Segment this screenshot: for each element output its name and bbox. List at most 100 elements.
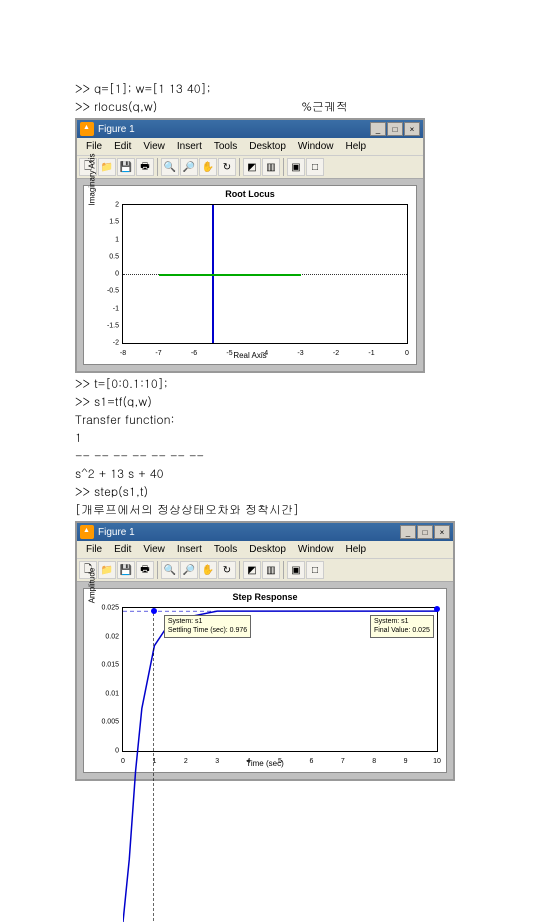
open-icon[interactable]: 📁 [98, 158, 116, 176]
root-locus-plot[interactable]: Root Locus Imaginary Axis 2 1.5 1 0.5 0 … [83, 185, 417, 365]
axes-box: System: s1 Settling Time (sec): 0.976 Sy… [122, 607, 438, 752]
pan-icon[interactable]: ✋ [199, 158, 217, 176]
legend-icon[interactable]: ▣ [287, 158, 305, 176]
root-locus-branch [159, 274, 301, 276]
y-tick: 0.015 [99, 662, 119, 669]
menu-edit[interactable]: Edit [109, 140, 136, 153]
plot-area: Root Locus Imaginary Axis 2 1.5 1 0.5 0 … [77, 179, 423, 371]
y-tick: -2 [99, 340, 119, 347]
toolbar-separator [157, 158, 158, 176]
data-marker[interactable] [151, 608, 157, 614]
plot-title: Root Locus [84, 186, 416, 199]
command-line: >> q=[1]; w=[1 13 40]; [75, 80, 458, 98]
toolbar: 🗋 📁 💾 🖶 🔍 🔎 ✋ ↻ ◩ ▥ ▣ □ [77, 156, 423, 179]
print-icon[interactable]: 🖶 [136, 158, 154, 176]
menu-tools[interactable]: Tools [209, 543, 242, 556]
y-tick: 0.005 [99, 719, 119, 726]
command-text: >> rlocus(q,w) [75, 98, 157, 115]
menu-window[interactable]: Window [293, 140, 339, 153]
zoom-in-icon[interactable]: 🔍 [161, 561, 179, 579]
tf-divider: -- -- -- -- -- -- -- [75, 447, 458, 465]
data-marker[interactable] [434, 606, 440, 612]
y-tick: 0.01 [99, 690, 119, 697]
command-line: >> rlocus(q,w) %근궤적 [75, 98, 458, 116]
datatip-line: Final Value: 0.025 [374, 627, 430, 635]
x-axis-label: Time (sec) [84, 759, 446, 770]
minimize-button[interactable]: _ [370, 122, 386, 136]
menu-desktop[interactable]: Desktop [244, 543, 291, 556]
minimize-button[interactable]: _ [400, 525, 416, 539]
close-button[interactable]: × [404, 122, 420, 136]
menu-desktop[interactable]: Desktop [244, 140, 291, 153]
datatip-settling[interactable]: System: s1 Settling Time (sec): 0.976 [164, 615, 251, 638]
y-tick: 0 [99, 271, 119, 278]
y-tick: -0.5 [99, 288, 119, 295]
menu-view[interactable]: View [138, 543, 170, 556]
toolbar-separator [239, 561, 240, 579]
legend-icon[interactable]: ▣ [287, 561, 305, 579]
plot-area: Step Response Amplitude System: s1 Settl… [77, 582, 453, 779]
menubar: File Edit View Insert Tools Desktop Wind… [77, 138, 423, 156]
menu-window[interactable]: Window [293, 543, 339, 556]
command-line: >> t=[0:0.1:10]; [75, 375, 458, 393]
x-axis-label: Real Axis [84, 351, 416, 362]
datacursor-icon[interactable]: ◩ [243, 561, 261, 579]
zoom-out-icon[interactable]: 🔎 [180, 158, 198, 176]
y-axis-label: Imaginary Axis [88, 130, 97, 230]
window-title: Figure 1 [98, 527, 135, 538]
command-line: >> s1=tf(q,w) [75, 393, 458, 411]
toolbar-separator [283, 158, 284, 176]
comment-line: [개루프에서의 정상상태오차와 정착시간] [75, 501, 458, 519]
y-axis-label: Amplitude [88, 535, 97, 635]
zoom-in-icon[interactable]: 🔍 [161, 158, 179, 176]
y-tick: 0.5 [99, 253, 119, 260]
tf-numerator: 1 [75, 429, 458, 447]
tf-label: Transfer function: [75, 411, 458, 429]
menu-tools[interactable]: Tools [209, 140, 242, 153]
menu-insert[interactable]: Insert [172, 543, 207, 556]
datatip-line: Settling Time (sec): 0.976 [168, 627, 247, 635]
close-button[interactable]: × [434, 525, 450, 539]
open-icon[interactable]: 📁 [98, 561, 116, 579]
save-icon[interactable]: 💾 [117, 561, 135, 579]
y-tick: 1.5 [99, 219, 119, 226]
maximize-button[interactable]: □ [387, 122, 403, 136]
menu-view[interactable]: View [138, 140, 170, 153]
pan-icon[interactable]: ✋ [199, 561, 217, 579]
menu-edit[interactable]: Edit [109, 543, 136, 556]
y-tick: -1 [99, 305, 119, 312]
titlebar[interactable]: Figure 1 _ □ × [77, 120, 423, 138]
zoom-out-icon[interactable]: 🔎 [180, 561, 198, 579]
y-tick: 1 [99, 236, 119, 243]
y-tick: 0 [99, 748, 119, 755]
save-icon[interactable]: 💾 [117, 158, 135, 176]
titlebar[interactable]: Figure 1 _ □ × [77, 523, 453, 541]
rotate-icon[interactable]: ↻ [218, 561, 236, 579]
rotate-icon[interactable]: ↻ [218, 158, 236, 176]
y-tick: 0.025 [99, 605, 119, 612]
print-icon[interactable]: 🖶 [136, 561, 154, 579]
figure-window-2: Figure 1 _ □ × File Edit View Insert Too… [75, 521, 455, 781]
datatip-final[interactable]: System: s1 Final Value: 0.025 [370, 615, 434, 638]
command-line: >> step(s1,t) [75, 483, 458, 501]
tf-denominator: s^2 + 13 s + 40 [75, 465, 458, 483]
datacursor-icon[interactable]: ◩ [243, 158, 261, 176]
datatip-line: System: s1 [374, 618, 430, 626]
colorbar-icon[interactable]: ▥ [262, 158, 280, 176]
maximize-button[interactable]: □ [417, 525, 433, 539]
menu-help[interactable]: Help [341, 140, 372, 153]
colorbar-icon[interactable]: ▥ [262, 561, 280, 579]
menu-insert[interactable]: Insert [172, 140, 207, 153]
step-response-plot[interactable]: Step Response Amplitude System: s1 Settl… [83, 588, 447, 773]
plottools-icon[interactable]: □ [306, 158, 324, 176]
toolbar: 🗋 📁 💾 🖶 🔍 🔎 ✋ ↻ ◩ ▥ ▣ □ [77, 559, 453, 582]
menu-help[interactable]: Help [341, 543, 372, 556]
plottools-icon[interactable]: □ [306, 561, 324, 579]
y-tick: 2 [99, 202, 119, 209]
plot-title: Step Response [84, 589, 446, 602]
datatip-line: System: s1 [168, 618, 247, 626]
y-tick: 0.02 [99, 633, 119, 640]
window-title: Figure 1 [98, 124, 135, 135]
y-tick: -1.5 [99, 322, 119, 329]
toolbar-separator [157, 561, 158, 579]
